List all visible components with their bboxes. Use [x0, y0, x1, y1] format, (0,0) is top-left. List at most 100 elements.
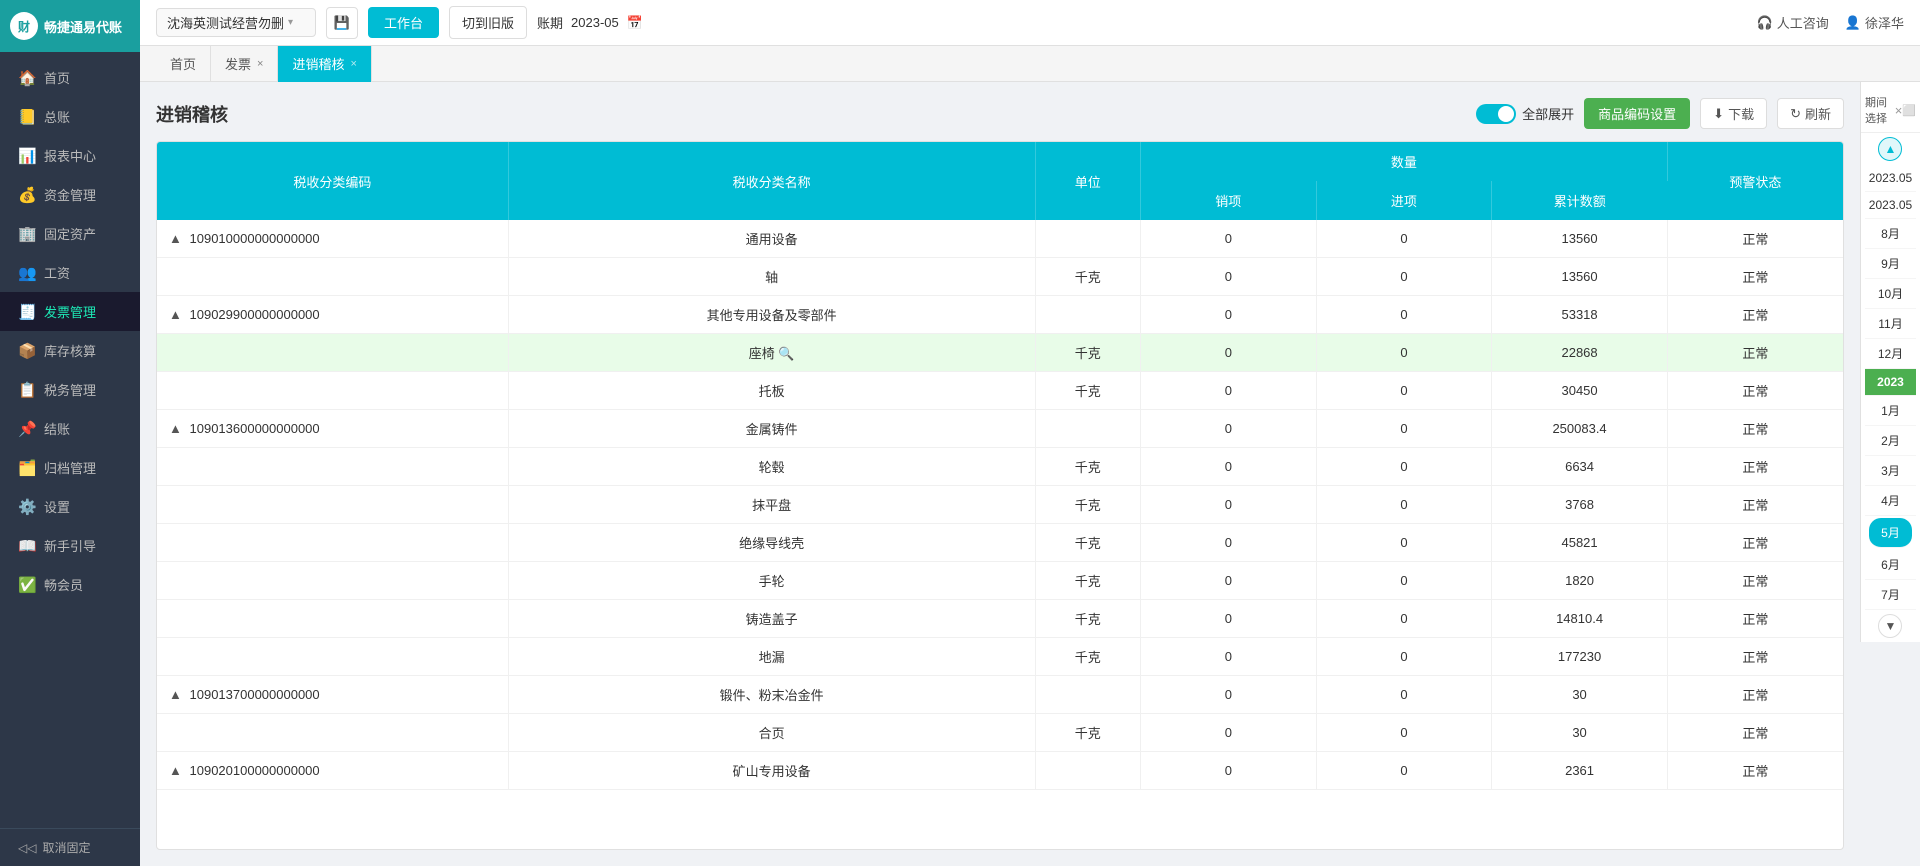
row-sales: 0: [1141, 448, 1317, 486]
period-up-btn[interactable]: ▲: [1878, 137, 1902, 161]
tab-label-home: 首页: [170, 54, 196, 73]
period-month-item[interactable]: 5月: [1869, 518, 1912, 548]
sidebar-item-settings[interactable]: ⚙️设置: [0, 487, 140, 526]
company-selector[interactable]: 沈海英测试经营勿删 ▾: [156, 8, 316, 37]
collapse-icon[interactable]: ▲: [169, 307, 182, 322]
service-button[interactable]: 🎧 人工咨询: [1757, 13, 1829, 32]
sidebar-label-invoice: 发票管理: [44, 302, 96, 321]
row-sales: 0: [1141, 486, 1317, 524]
user-menu[interactable]: 👤 徐泽华: [1845, 13, 1904, 32]
switch-version-button[interactable]: 切到旧版: [449, 6, 527, 39]
row-name: 轴: [508, 258, 1035, 296]
period-month-item[interactable]: 2月: [1865, 426, 1916, 456]
sidebar-item-guide[interactable]: 📖新手引导: [0, 526, 140, 565]
period-month-item[interactable]: 7月: [1865, 580, 1916, 610]
refresh-icon: ↻: [1790, 106, 1801, 122]
sidebar-item-tax[interactable]: 📋税务管理: [0, 370, 140, 409]
tab-label-reconcile: 进销稽核: [292, 54, 344, 73]
period-month-item[interactable]: 10月: [1865, 279, 1916, 309]
calendar-icon[interactable]: 📅: [627, 15, 643, 31]
row-unit: 千克: [1035, 714, 1140, 752]
period-month-item[interactable]: 6月: [1865, 550, 1916, 580]
sidebar-item-reports[interactable]: 📊报表中心: [0, 136, 140, 175]
row-purchase: 0: [1316, 752, 1492, 790]
period-year-header[interactable]: 2023.05: [1865, 192, 1916, 219]
tab-close-reconcile[interactable]: ×: [350, 58, 356, 70]
collapse-icon[interactable]: ▲: [169, 687, 182, 702]
save-button[interactable]: 💾: [326, 7, 358, 39]
row-warning: 正常: [1667, 296, 1843, 334]
period-month-item[interactable]: 11月: [1865, 309, 1916, 339]
cancel-pin-btn[interactable]: ◁◁ 取消固定: [0, 828, 140, 866]
sidebar-item-member[interactable]: ✅畅会员: [0, 565, 140, 604]
workbench-button[interactable]: 工作台: [368, 7, 439, 38]
sidebar: 财 畅捷通易代账 🏠首页📒总账📊报表中心💰资金管理🏢固定资产👥工资🧾发票管理📦库…: [0, 0, 140, 866]
row-name: 托板: [508, 372, 1035, 410]
panel-expand-icon[interactable]: ⬜: [1902, 104, 1916, 117]
sidebar-item-archive[interactable]: 🗂️归档管理: [0, 448, 140, 487]
row-purchase: 0: [1316, 562, 1492, 600]
row-sales: 0: [1141, 524, 1317, 562]
row-unit: [1035, 220, 1140, 258]
right-panel-wrapper: 期间选择 × ⬜ ▲2023.052023.058月9月10月11月12月202…: [1860, 82, 1920, 866]
row-total: 250083.4: [1492, 410, 1668, 448]
period-month-item[interactable]: 3月: [1865, 456, 1916, 486]
collapse-icon[interactable]: ▲: [169, 763, 182, 778]
period-month-item[interactable]: 9月: [1865, 249, 1916, 279]
toggle-expand-text: 全部展开: [1522, 104, 1574, 123]
tab-home[interactable]: 首页: [156, 46, 211, 82]
tab-invoice[interactable]: 发票×: [211, 46, 278, 82]
row-unit: 千克: [1035, 524, 1140, 562]
row-purchase: 0: [1316, 296, 1492, 334]
collapse-icon[interactable]: ▲: [169, 421, 182, 436]
sidebar-item-invoice[interactable]: 🧾发票管理: [0, 292, 140, 331]
sidebar-item-finance[interactable]: 💰资金管理: [0, 175, 140, 214]
sidebar-item-assets[interactable]: 🏢固定资产: [0, 214, 140, 253]
sidebar-item-ledger[interactable]: 📒总账: [0, 97, 140, 136]
row-code: [157, 714, 508, 752]
table-row: ▲ 109013700000000000 锻件、粉末冶金件 0 0 30 正常: [157, 676, 1843, 714]
product-code-button[interactable]: 商品编码设置: [1584, 98, 1690, 129]
th-sales: 销项: [1141, 181, 1317, 220]
sidebar-label-closing: 结账: [44, 419, 70, 438]
tab-reconcile[interactable]: 进销稽核 ×: [278, 46, 371, 82]
table-row: 抹平盘 千克 0 0 3768 正常: [157, 486, 1843, 524]
refresh-button[interactable]: ↻ 刷新: [1777, 98, 1844, 129]
period-month-item[interactable]: 12月: [1865, 339, 1916, 369]
row-total: 53318: [1492, 296, 1668, 334]
table-row: ▲ 109010000000000000 通用设备 0 0 13560 正常: [157, 220, 1843, 258]
collapse-icon[interactable]: ▲: [169, 231, 182, 246]
sidebar-label-inventory: 库存核算: [44, 341, 96, 360]
table-row: 托板 千克 0 0 30450 正常: [157, 372, 1843, 410]
row-name: 抹平盘: [508, 486, 1035, 524]
sidebar-item-closing[interactable]: 📌结账: [0, 409, 140, 448]
row-unit: [1035, 752, 1140, 790]
row-total: 14810.4: [1492, 600, 1668, 638]
tabs-bar: 首页发票× 进销稽核 ×: [140, 46, 1920, 82]
row-warning: 正常: [1667, 638, 1843, 676]
sidebar-item-home[interactable]: 🏠首页: [0, 58, 140, 97]
sidebar-item-payroll[interactable]: 👥工资: [0, 253, 140, 292]
download-icon: ⬇: [1713, 106, 1724, 122]
period-down-btn[interactable]: ▼: [1878, 614, 1902, 638]
sidebar-label-home: 首页: [44, 68, 70, 87]
code-value: 109010000000000000: [190, 231, 320, 246]
search-icon[interactable]: 🔍: [778, 346, 794, 361]
toggle-expand-switch[interactable]: [1476, 104, 1516, 124]
period-year-header[interactable]: 2023.05: [1865, 165, 1916, 192]
period-month-item[interactable]: 8月: [1865, 219, 1916, 249]
download-button[interactable]: ⬇ 下载: [1700, 98, 1767, 129]
panel-close-icon[interactable]: ×: [1895, 103, 1903, 118]
sidebar-item-inventory[interactable]: 📦库存核算: [0, 331, 140, 370]
user-name: 徐泽华: [1865, 13, 1904, 32]
row-warning: 正常: [1667, 562, 1843, 600]
period-month-item[interactable]: 4月: [1865, 486, 1916, 516]
code-value: 109029900000000000: [190, 307, 320, 322]
row-code: ▲ 109020100000000000: [157, 752, 508, 790]
tab-close-invoice[interactable]: ×: [257, 58, 263, 70]
row-purchase: 0: [1316, 524, 1492, 562]
row-purchase: 0: [1316, 410, 1492, 448]
th-warning: 预警状态: [1667, 142, 1843, 220]
period-month-item[interactable]: 1月: [1865, 396, 1916, 426]
table-row: 合页 千克 0 0 30 正常: [157, 714, 1843, 752]
